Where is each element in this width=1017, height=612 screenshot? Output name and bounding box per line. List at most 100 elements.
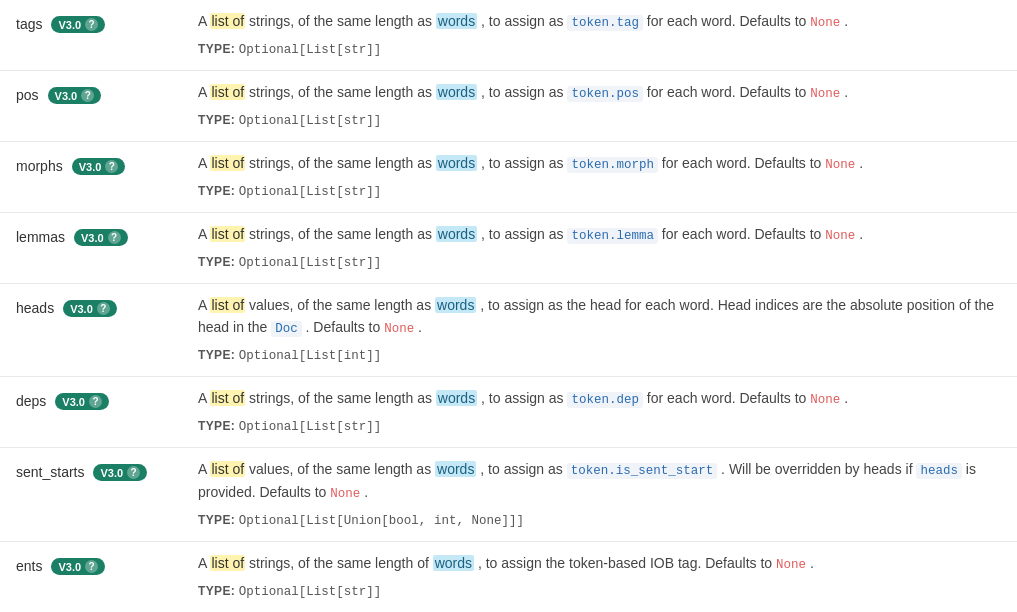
type-value: Optional[List[str]] [239, 114, 382, 128]
type-label: TYPE: [198, 42, 239, 56]
param-name-cell: heads V3.0 ? [0, 284, 182, 377]
type-label: TYPE: [198, 184, 239, 198]
param-name-cell: lemmas V3.0 ? [0, 213, 182, 284]
type-row: TYPE: Optional[List[str]] [198, 252, 1001, 273]
table-row: tags V3.0 ? A list of strings, of the same… [0, 0, 1017, 71]
none-value: None [825, 229, 855, 243]
type-label: TYPE: [198, 513, 239, 527]
table-row: entsV3.0 ?A list of strings, of the same… [0, 542, 1017, 612]
none-value: None [330, 487, 360, 501]
help-icon[interactable]: ? [97, 302, 110, 315]
words-highlight: words [436, 390, 477, 406]
help-icon[interactable]: ? [108, 231, 121, 244]
param-desc-cell: A list of strings, of the same length as… [182, 71, 1017, 142]
code-inline: token.morph [567, 157, 658, 173]
param-name-cell: tags V3.0 ? [0, 0, 182, 71]
help-icon[interactable]: ? [105, 160, 118, 173]
param-desc-cell: A list of strings, of the same length as… [182, 0, 1017, 71]
type-label: TYPE: [198, 113, 239, 127]
type-label: TYPE: [198, 584, 239, 598]
type-value: Optional[List[int]] [239, 349, 382, 363]
none-value: None [384, 322, 414, 336]
words-highlight: words [435, 297, 476, 313]
version-badge[interactable]: V3.0 ? [74, 229, 128, 246]
none-value: None [810, 87, 840, 101]
table-row: sent_starts V3.0 ? A list of values, of th… [0, 448, 1017, 542]
param-name-cell: sent_starts V3.0 ? [0, 448, 182, 542]
param-desc-cell: A list of values, of the same length as … [182, 284, 1017, 377]
words-highlight: words [433, 555, 474, 571]
type-row: TYPE: Optional[List[str]] [198, 181, 1001, 202]
type-row: TYPE: Optional[List[str]] [198, 110, 1001, 131]
type-row: TYPE: Optional[List[Union[bool, int, Non… [198, 510, 1001, 531]
type-label: TYPE: [198, 348, 239, 362]
param-desc-cell: A list of strings, of the same length as… [182, 142, 1017, 213]
table-row: morphs V3.0 ? A list of strings, of the sa… [0, 142, 1017, 213]
help-icon[interactable]: ? [85, 560, 98, 573]
words-highlight: words [436, 84, 477, 100]
type-label: TYPE: [198, 419, 239, 433]
none-value: None [825, 158, 855, 172]
param-desc-cell: A list of strings, of the same length as… [182, 213, 1017, 284]
words-highlight: words [435, 461, 476, 477]
type-value: Optional[List[str]] [239, 256, 382, 270]
type-value: Optional[List[Union[bool, int, None]]] [239, 514, 524, 528]
table-row: pos V3.0 ? A list of strings, of the same … [0, 71, 1017, 142]
type-value: Optional[List[str]] [239, 420, 382, 434]
code-inline: token.pos [567, 86, 643, 102]
version-badge[interactable]: V3.0 ? [72, 158, 126, 175]
type-label: TYPE: [198, 255, 239, 269]
words-highlight: words [436, 226, 477, 242]
code-inline: token.tag [567, 15, 643, 31]
param-name-label: sent_starts [16, 464, 84, 480]
param-name-label: morphs [16, 158, 63, 174]
table-row: depsV3.0 ?A list of strings, of the same… [0, 377, 1017, 448]
help-icon[interactable]: ? [127, 466, 140, 479]
type-row: TYPE: Optional[List[int]] [198, 345, 1001, 366]
param-desc-cell: A list of values, of the same length as … [182, 448, 1017, 542]
list-highlight: list of [210, 226, 245, 242]
param-name-cell: deps V3.0 ? [0, 377, 182, 448]
version-badge[interactable]: V3.0 ? [48, 87, 102, 104]
list-highlight: list of [210, 13, 245, 29]
type-row: TYPE: Optional[List[str]] [198, 581, 1001, 602]
help-icon[interactable]: ? [89, 395, 102, 408]
code-inline: token.dep [567, 392, 643, 408]
list-highlight: list of [210, 461, 245, 477]
heads-link[interactable]: heads [916, 463, 962, 479]
list-highlight: list of [210, 84, 245, 100]
none-value: None [776, 558, 806, 572]
type-row: TYPE: Optional[List[str]] [198, 416, 1001, 437]
words-highlight: words [436, 155, 477, 171]
help-icon[interactable]: ? [85, 18, 98, 31]
table-row: lemmas V3.0 ? A list of strings, of the sa… [0, 213, 1017, 284]
code-inline: Doc [271, 321, 302, 337]
version-badge[interactable]: V3.0 ? [93, 464, 147, 481]
list-highlight: list of [210, 555, 245, 571]
help-icon[interactable]: ? [81, 89, 94, 102]
version-badge[interactable]: V3.0 ? [63, 300, 117, 317]
param-name-label: heads [16, 300, 54, 316]
type-row: TYPE: Optional[List[str]] [198, 39, 1001, 60]
params-table: tags V3.0 ? A list of strings, of the same… [0, 0, 1017, 612]
list-highlight: list of [210, 155, 245, 171]
param-name-cell: pos V3.0 ? [0, 71, 182, 142]
list-highlight: list of [210, 297, 245, 313]
param-name-label: deps [16, 393, 46, 409]
param-name-cell: entsV3.0 ? [0, 542, 182, 612]
words-highlight: words [436, 13, 477, 29]
code-inline: token.is_sent_start [567, 463, 718, 479]
type-value: Optional[List[str]] [239, 43, 382, 57]
version-badge[interactable]: V3.0 ? [51, 16, 105, 33]
param-desc-cell: A list of strings, of the same length of… [182, 542, 1017, 612]
param-name-label: pos [16, 87, 39, 103]
code-inline: token.lemma [567, 228, 658, 244]
param-name-label: tags [16, 16, 42, 32]
version-badge[interactable]: V3.0 ? [51, 558, 105, 575]
type-value: Optional[List[str]] [239, 585, 382, 599]
none-value: None [810, 16, 840, 30]
version-badge[interactable]: V3.0 ? [55, 393, 109, 410]
param-name-label: lemmas [16, 229, 65, 245]
param-name-cell: morphs V3.0 ? [0, 142, 182, 213]
none-value: None [810, 393, 840, 407]
